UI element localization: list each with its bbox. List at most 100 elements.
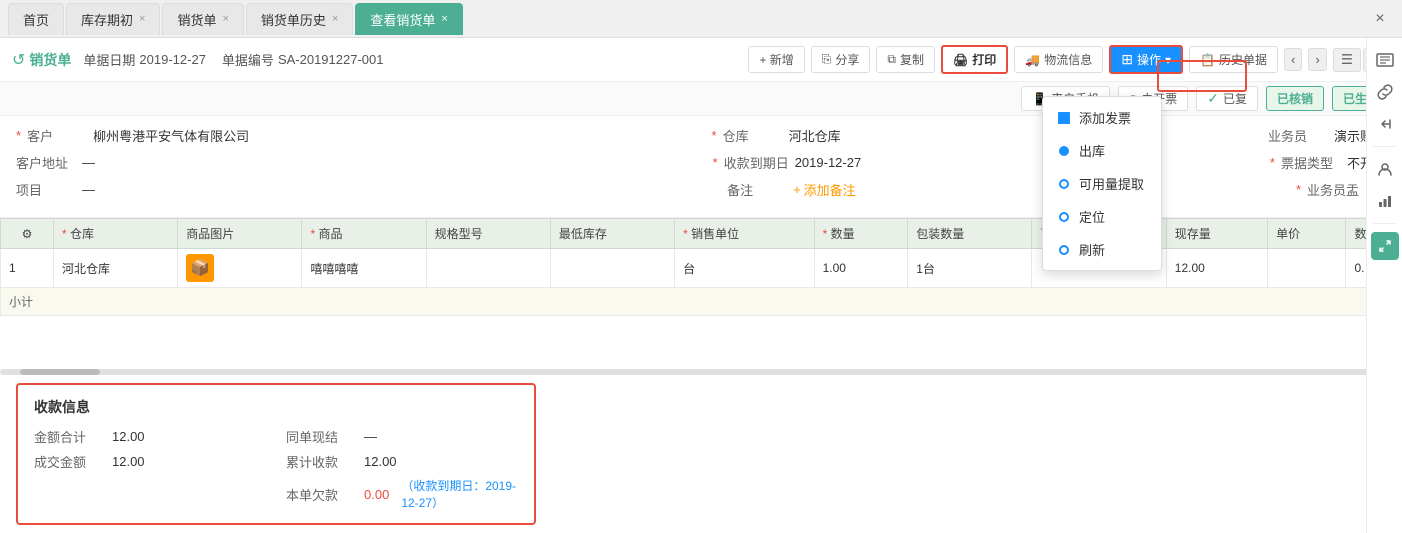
print-label: 打印 [972, 51, 996, 68]
tab-sales-history[interactable]: 销货单历史 × [246, 3, 353, 35]
summary-deal-amount: 成交金额 12.00 [34, 452, 266, 471]
sidebar-icon-4[interactable] [1371, 155, 1399, 183]
number-meta: 单据编号 SA-20191227-001 [222, 50, 384, 69]
dropdown-available-qty[interactable]: 可用量提取 [1043, 167, 1161, 200]
header-bar: ↺ 销货单 单据日期 2019-12-27 单据编号 SA-20191227-0… [0, 38, 1402, 82]
tab-sales-history-close[interactable]: × [332, 13, 338, 25]
logistics-label: 物流信息 [1044, 51, 1092, 68]
tab-view-sales[interactable]: 查看销货单 × [355, 3, 462, 35]
history-icon: 📋 [1200, 53, 1215, 67]
summary-total: 金额合计 12.00 [34, 427, 266, 446]
tab-home[interactable]: 首页 [8, 3, 64, 35]
next-button[interactable]: › [1308, 48, 1326, 71]
doc-icon: ↺ 销货单 [12, 50, 71, 70]
form-row-2: 客户地址 — * 收款到期日 2019-12-27 * 票据类型 不开票 [16, 153, 1386, 172]
operations-button[interactable]: ⊞ 操作 ▾ [1109, 45, 1183, 74]
ticket-required-icon: * [1270, 155, 1275, 170]
column-gear[interactable]: ⚙ [1, 219, 54, 249]
sidebar-icon-1[interactable] [1371, 46, 1399, 74]
dropdown-locate[interactable]: 定位 [1043, 200, 1161, 233]
row-quantity-cell: 1.00 [814, 249, 908, 288]
locate-label: 定位 [1079, 207, 1105, 226]
check-icon: ✓ [1207, 90, 1219, 107]
column-product: * 商品 [302, 219, 426, 249]
history-button[interactable]: 📋 历史单据 [1189, 46, 1278, 73]
warehouse-value[interactable]: 河北仓库 [789, 126, 841, 145]
logistics-button[interactable]: 🚚 物流信息 [1014, 46, 1103, 73]
sidebar-icon-2[interactable] [1371, 78, 1399, 106]
tab-view-sales-close[interactable]: × [441, 13, 447, 25]
address-field: 客户地址 — [16, 153, 713, 172]
project-label: 项目 [16, 180, 76, 199]
header-actions: + 新增 ⎘ 分享 ⧉ 复制 🖨 打印 🚚 物流信息 [748, 45, 1390, 74]
table-row: 1 河北仓库 📦 嘻嘻嘻嘻 台 1.00 1台 [1, 249, 1402, 288]
form-row-1: * 客户 柳州粤港平安气体有限公司 * 仓库 河北仓库 业务员 演示账号 [16, 126, 1386, 145]
number-value: SA-20191227-001 [278, 52, 384, 67]
sidebar-icon-5[interactable] [1371, 187, 1399, 215]
scrollbar-thumb[interactable] [20, 369, 100, 375]
add-note-button[interactable]: + 添加备注 [793, 180, 856, 199]
add-invoice-label: 添加发票 [1079, 108, 1131, 127]
row-unit-price-cell [1268, 249, 1346, 288]
share-icon: ⎘ [822, 52, 832, 67]
share-button[interactable]: ⎘ 分享 [811, 46, 871, 73]
add-invoice-icon [1057, 111, 1071, 125]
doc-meta: 单据日期 2019-12-27 单据编号 SA-20191227-001 [83, 50, 383, 69]
operations-dropdown: 添加发票 出库 可用量提取 定位 刷新 [1042, 96, 1162, 271]
circle-outline-icon [1059, 179, 1069, 189]
warehouse-label: 仓库 [723, 126, 783, 145]
dropdown-ship[interactable]: 出库 [1043, 134, 1161, 167]
prev-button[interactable]: ‹ [1284, 48, 1302, 71]
column-spec: 规格型号 [426, 219, 550, 249]
sidebar-expand-icon[interactable] [1371, 232, 1399, 260]
data-table: ⚙ * 仓库 商品图片 * 商品 规格型号 最低库存 * 销售单位 * 数量 包… [0, 218, 1402, 316]
tab-home-label: 首页 [23, 10, 49, 29]
copy-button[interactable]: ⧉ 复制 [876, 46, 935, 73]
tab-sales-close[interactable]: × [222, 13, 228, 25]
customer-label: 客户 [27, 126, 87, 145]
table-area: ⚙ * 仓库 商品图片 * 商品 规格型号 最低库存 * 销售单位 * 数量 包… [0, 218, 1402, 369]
salesperson2-label: 业务员盂 [1307, 180, 1367, 199]
window-close-button[interactable]: × [1366, 5, 1394, 33]
project-value: — [82, 182, 95, 197]
sync-icon: ↺ [12, 50, 25, 70]
new-button[interactable]: + 新增 [748, 46, 804, 73]
sidebar-icon-3[interactable] [1371, 110, 1399, 138]
summary-box: 收款信息 金额合计 12.00 同单现结 — 成交金额 12.00 累计收款 1… [16, 383, 536, 525]
sidebar-reply-icon [1377, 116, 1393, 132]
sold-badge: 已核销 [1266, 86, 1324, 111]
truck-icon: 🚚 [1025, 53, 1040, 67]
row-pack-qty-cell: 1台 [908, 249, 1032, 288]
tab-bar: 首页 库存期初 × 销货单 × 销货单历史 × 查看销货单 × × [0, 0, 1402, 38]
product-img-icon: 📦 [190, 258, 210, 278]
tab-sales-history-label: 销货单历史 [261, 10, 326, 29]
list-view-button[interactable]: ☰ [1333, 48, 1361, 72]
gear-icon: ⚙ [22, 227, 33, 241]
column-pack-qty: 包装数量 [908, 219, 1032, 249]
dropdown-refresh[interactable]: 刷新 [1043, 233, 1161, 266]
summary-same-settlement: 同单现结 — [286, 427, 518, 446]
tab-inventory-close[interactable]: × [139, 13, 145, 25]
refresh-label: 刷新 [1079, 240, 1105, 259]
customer-field: * 客户 柳州粤港平安气体有限公司 [16, 126, 712, 145]
tab-inventory[interactable]: 库存期初 × [66, 3, 160, 35]
check-button[interactable]: ✓ 已复 [1196, 86, 1258, 111]
sidebar-sep [1373, 146, 1397, 147]
print-button[interactable]: 🖨 打印 [941, 45, 1008, 74]
row-spec-cell [426, 249, 550, 288]
row-unit-cell: 台 [675, 249, 815, 288]
summary-title: 收款信息 [34, 397, 518, 417]
tab-sales[interactable]: 销货单 × [162, 3, 243, 35]
subtotal-row: 小计 [1, 288, 1402, 316]
dropdown-add-invoice[interactable]: 添加发票 [1043, 101, 1161, 134]
row-product-cell: 嘻嘻嘻嘻 [302, 249, 426, 288]
salesperson-label: 业务员 [1268, 126, 1328, 145]
summary-total-received: 累计收款 12.00 [286, 452, 518, 471]
sidebar-doc-icon [1376, 53, 1394, 67]
column-min-stock: 最低库存 [550, 219, 674, 249]
print-icon: 🖨 [953, 53, 968, 67]
tab-sales-label: 销货单 [177, 10, 216, 29]
horizontal-scrollbar[interactable] [0, 369, 1402, 375]
customer-value[interactable]: 柳州粤港平安气体有限公司 [93, 126, 249, 145]
summary-grid: 金额合计 12.00 同单现结 — 成交金额 12.00 累计收款 12.00 … [34, 427, 518, 511]
